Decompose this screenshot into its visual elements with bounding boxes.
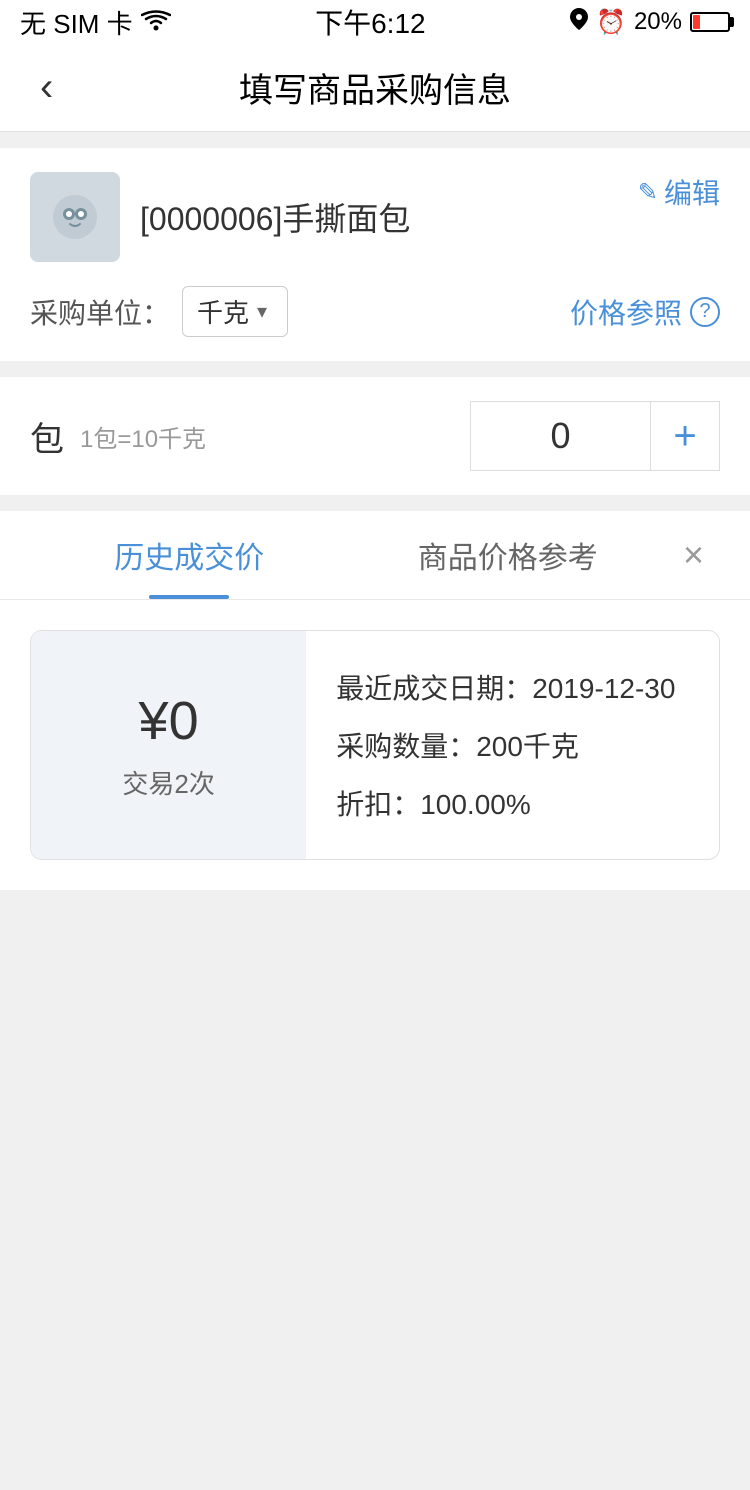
quantity-input[interactable] (470, 401, 650, 471)
tab2-label: 商品价格参考 (418, 533, 598, 577)
tab-header: 历史成交价 商品价格参考 × (0, 511, 750, 600)
price-ref-label: 价格参照 (570, 292, 682, 332)
history-price: ¥0 (139, 690, 199, 752)
product-header: [0000006]手撕面包 ✎ 编辑 (30, 172, 720, 262)
quantity-input-group: + (470, 401, 720, 471)
history-content: ¥0 交易2次 最近成交日期：2019-12-30 采购数量：200千克 折扣：… (0, 600, 750, 890)
unit-select[interactable]: 千克 ▾ (182, 286, 288, 337)
purchase-qty-row: 采购数量：200千克 (336, 725, 689, 765)
recent-date-row: 最近成交日期：2019-12-30 (336, 667, 689, 707)
price-value: 0 (169, 691, 199, 751)
price-ref-button[interactable]: 价格参照 ? (570, 292, 720, 332)
tab-panel: 历史成交价 商品价格参考 × ¥0 交易2次 最近成交日期：2019-12-30 (0, 511, 750, 890)
carrier-text: 无 SIM 卡 (20, 4, 133, 41)
discount-label: 折扣： (336, 789, 420, 820)
main-content (0, 890, 750, 1490)
product-image (30, 172, 120, 262)
nav-bar: ‹ 填写商品采购信息 (0, 44, 750, 132)
status-time: 下午6:12 (315, 2, 426, 42)
battery-icon (690, 12, 730, 32)
unit-value: 千克 (197, 293, 249, 330)
history-trades: 交易2次 (122, 764, 214, 801)
product-unit-row: 采购单位： 千克 ▾ 价格参照 ? (30, 286, 720, 337)
edit-button[interactable]: ✎ 编辑 (638, 172, 720, 212)
plus-button[interactable]: + (650, 401, 720, 471)
quantity-unit: 包 1包=10千克 (30, 412, 206, 461)
recent-date-label: 最近成交日期： (336, 673, 532, 704)
history-right: 最近成交日期：2019-12-30 采购数量：200千克 折扣：100.00% (306, 631, 719, 859)
tab-close-button[interactable]: × (667, 518, 720, 592)
section-divider-1 (0, 361, 750, 377)
tab-underline (149, 595, 229, 599)
battery-percent: 20% (634, 8, 682, 36)
status-right: ⏰ 20% (570, 8, 730, 37)
wifi-icon (141, 7, 171, 38)
qty-unit-label: 包 (30, 412, 64, 461)
page-title: 填写商品采购信息 (239, 63, 511, 112)
unit-label: 采购单位： 千克 ▾ (30, 286, 288, 337)
alarm-icon: ⏰ (596, 8, 626, 37)
section-divider-2 (0, 495, 750, 511)
edit-label: 编辑 (664, 172, 720, 212)
quantity-row: 包 1包=10千克 + (0, 377, 750, 495)
purchase-qty-label: 采购数量： (336, 731, 476, 762)
tab-price-ref[interactable]: 商品价格参考 (348, 511, 666, 599)
purchase-qty-value: 200千克 (476, 731, 579, 762)
history-left: ¥0 交易2次 (31, 631, 306, 859)
edit-icon: ✎ (638, 178, 658, 207)
qty-conversion: 1包=10千克 (80, 419, 206, 454)
tab1-label: 历史成交价 (114, 533, 264, 577)
product-name: [0000006]手撕面包 (140, 194, 410, 240)
unit-label-text: 采购单位： (30, 292, 170, 332)
status-left: 无 SIM 卡 (20, 4, 171, 41)
help-icon: ? (690, 297, 720, 327)
location-icon (570, 8, 588, 37)
price-symbol: ¥ (139, 691, 169, 751)
recent-date-value: 2019-12-30 (532, 673, 675, 704)
back-button[interactable]: ‹ (30, 55, 63, 120)
history-card: ¥0 交易2次 最近成交日期：2019-12-30 采购数量：200千克 折扣：… (30, 630, 720, 860)
tab-history-price[interactable]: 历史成交价 (30, 511, 348, 599)
discount-row: 折扣：100.00% (336, 783, 689, 823)
product-left: [0000006]手撕面包 (30, 172, 410, 262)
status-bar: 无 SIM 卡 下午6:12 ⏰ 20% (0, 0, 750, 44)
product-card: [0000006]手撕面包 ✎ 编辑 采购单位： 千克 ▾ 价格参照 ? (0, 148, 750, 361)
discount-value: 100.00% (420, 789, 531, 820)
chevron-down-icon: ▾ (257, 299, 267, 324)
